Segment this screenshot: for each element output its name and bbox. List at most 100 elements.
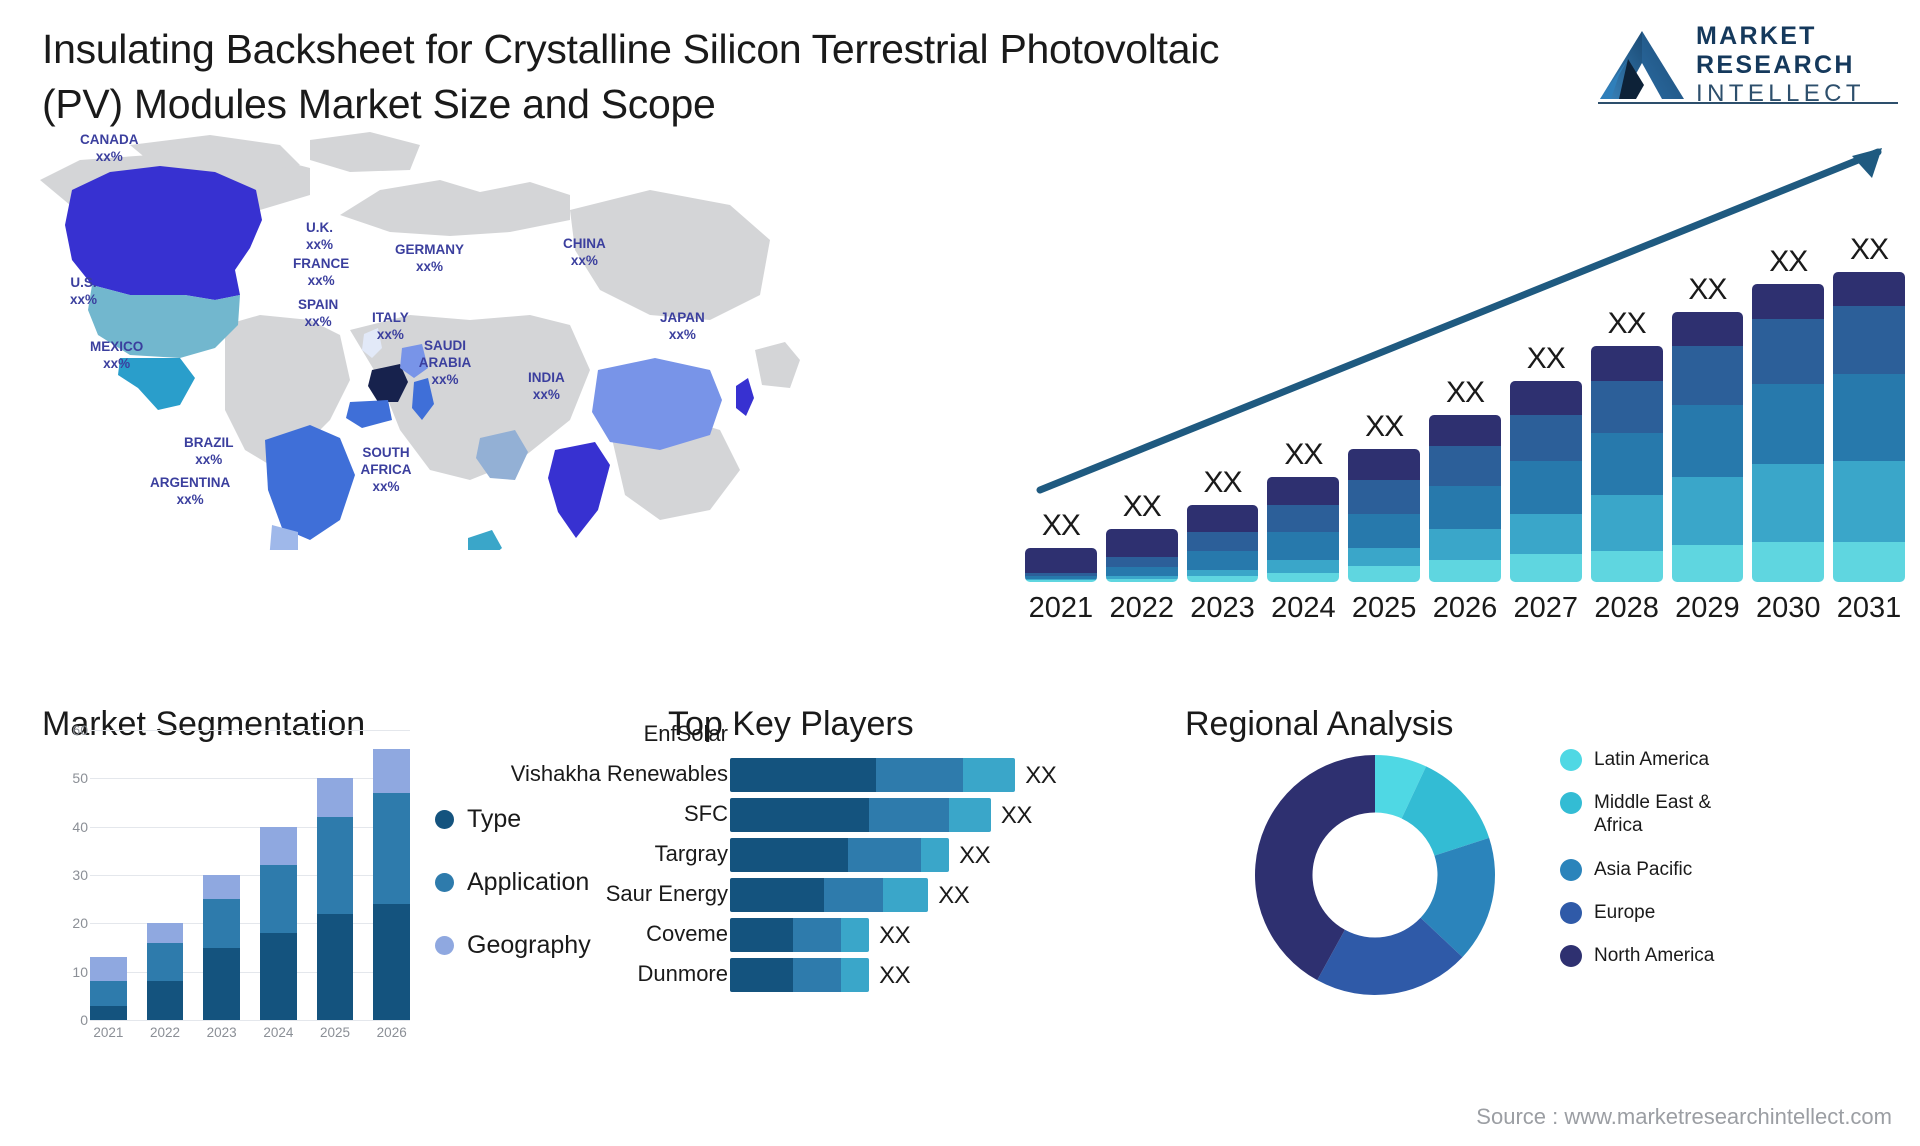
regional-legend-label: Asia Pacific (1594, 858, 1693, 880)
map-country-name: U.S. (70, 275, 97, 290)
map-label-mexico: MEXICO xx% (90, 339, 143, 373)
map-country-name: ITALY (372, 310, 409, 325)
regional-legend-item[interactable]: Europe (1560, 901, 1744, 924)
map-label-us: U.S. xx% (70, 275, 97, 309)
segmentation-y-tick: 50 (72, 770, 88, 787)
map-label-spain: SPAIN xx% (298, 297, 338, 331)
country-brazil (265, 425, 355, 540)
regional-legend-item[interactable]: Asia Pacific (1560, 858, 1744, 881)
map-country-value: xx% (570, 252, 598, 268)
forecast-bar-column: XX (1267, 212, 1340, 582)
player-bar (730, 798, 991, 832)
forecast-year-label: 2030 (1755, 591, 1821, 624)
forecast-bar-segment (1348, 513, 1421, 548)
forecast-bar-column: XX (1025, 212, 1097, 582)
forecast-bar-segment (1752, 383, 1825, 465)
regional-legend-item[interactable]: Middle East & Africa (1560, 791, 1744, 837)
regional-legend-item[interactable]: North America (1560, 944, 1744, 967)
map-label-italy: ITALY xx% (372, 310, 409, 344)
segmentation-legend-item[interactable]: Type (435, 805, 591, 834)
segmentation-legend: Type Application Geography (435, 805, 591, 994)
segmentation-bar-segment (203, 947, 241, 1020)
forecast-bar-segment (1509, 554, 1582, 582)
player-bar (730, 958, 870, 992)
legend-dot-icon (435, 936, 454, 955)
player-name-label: Vishakha Renewables (510, 761, 728, 786)
forecast-year-label: 2025 (1351, 591, 1417, 624)
forecast-bar-segment (1105, 566, 1178, 576)
forecast-year-label: 2021 (1028, 591, 1094, 624)
player-bar-segment (841, 958, 870, 992)
forecast-bar-stack (1025, 547, 1097, 582)
forecast-bar-segment (1267, 532, 1340, 561)
infographic-root: Insulating Backsheet for Crystalline Sil… (0, 0, 1920, 1146)
segmentation-bar-segment (146, 942, 184, 982)
segmentation-x-label: 2025 (320, 1025, 351, 1040)
country-south-africa (468, 530, 502, 550)
map-country-name: SPAIN (298, 297, 339, 312)
forecast-bar-segment (1833, 461, 1905, 542)
segmentation-bar-segment (203, 899, 241, 948)
regional-legend-label: North America (1594, 944, 1715, 966)
segmentation-bar-segment (260, 826, 297, 866)
legend-dot-icon (1560, 858, 1582, 881)
forecast-bar-segment (1509, 414, 1582, 462)
forecast-bar-stack (1105, 529, 1178, 582)
forecast-bar-segment (1590, 551, 1663, 582)
forecast-bar-segment (1671, 312, 1744, 347)
forecast-bar-segment (1429, 529, 1501, 561)
map-label-india: INDIA xx% (528, 370, 565, 404)
map-country-value: xx% (70, 291, 98, 307)
forecast-year-label: 2023 (1190, 591, 1255, 624)
regional-legend-item[interactable]: Latin America (1560, 748, 1744, 771)
player-bar-segment (792, 918, 842, 952)
legend-dot-icon (1560, 944, 1582, 967)
forecast-bar-segment (1267, 504, 1340, 533)
map-label-south-africa: SOUTH AFRICA xx% (360, 445, 412, 494)
segmentation-y-tick: 0 (80, 1012, 88, 1028)
segmentation-bar-segment (316, 817, 354, 914)
player-bar-value: XX (1000, 802, 1033, 829)
map-label-saudi-arabia: SAUDI ARABIA xx% (418, 338, 472, 387)
mountain-logo-icon (1600, 31, 1684, 99)
regional-legend-label: Middle East & Africa (1594, 792, 1712, 837)
segmentation-legend-item[interactable]: Geography (435, 931, 591, 960)
forecast-bar-segment (1267, 572, 1340, 582)
player-bar-segment (730, 918, 793, 952)
player-bar-segment (823, 878, 884, 912)
forecast-bar-segment (1025, 547, 1097, 573)
map-label-canada: CANADA xx% (80, 132, 139, 166)
segmentation-y-tick: 10 (72, 963, 88, 980)
player-bar-value: XX (959, 842, 991, 869)
segmentation-bar-column (373, 730, 411, 1020)
segmentation-y-tick: 30 (72, 867, 88, 883)
forecast-bars: XX XX XX XX XX XX XX XX XX XX XX (1025, 212, 1905, 582)
forecast-bar-column: XX (1509, 212, 1582, 582)
forecast-bar-segment (1025, 580, 1097, 582)
map-label-brazil: BRAZIL xx% (184, 435, 234, 469)
forecast-bar-segment (1671, 405, 1744, 477)
segmentation-bar-segment (146, 923, 184, 943)
forecast-year-label: 2028 (1594, 591, 1659, 624)
forecast-bar-segment (1752, 284, 1825, 319)
map-country-value: xx% (415, 258, 444, 274)
forecast-bar-segment (1186, 575, 1259, 582)
forecast-bar-column: XX (1833, 212, 1905, 582)
top-key-players-chart: EnfSolar XX Vishakha Renewables XX SFC XX Targ… (511, 700, 1190, 1100)
segmentation-y-tick: 40 (72, 818, 88, 835)
map-country-value: xx% (306, 236, 334, 252)
regional-legend-label: Latin America (1594, 749, 1710, 770)
forecast-bar-column: XX (1671, 212, 1744, 582)
player-bar (730, 758, 1016, 792)
country-japan (736, 378, 754, 416)
map-country-name: JAPAN (660, 310, 705, 325)
forecast-year-label: 2022 (1109, 591, 1174, 624)
regional-donut-chart (1255, 755, 1495, 995)
forecast-bar-segment (1509, 513, 1582, 555)
segmentation-legend-item[interactable]: Application (435, 868, 591, 897)
segmentation-bar-segment (260, 865, 297, 933)
forecast-bar-segment (1429, 560, 1501, 582)
map-country-value: xx% (103, 355, 131, 371)
map-label-argentina: ARGENTINA xx% (150, 475, 230, 509)
player-bar-segment (730, 798, 870, 832)
